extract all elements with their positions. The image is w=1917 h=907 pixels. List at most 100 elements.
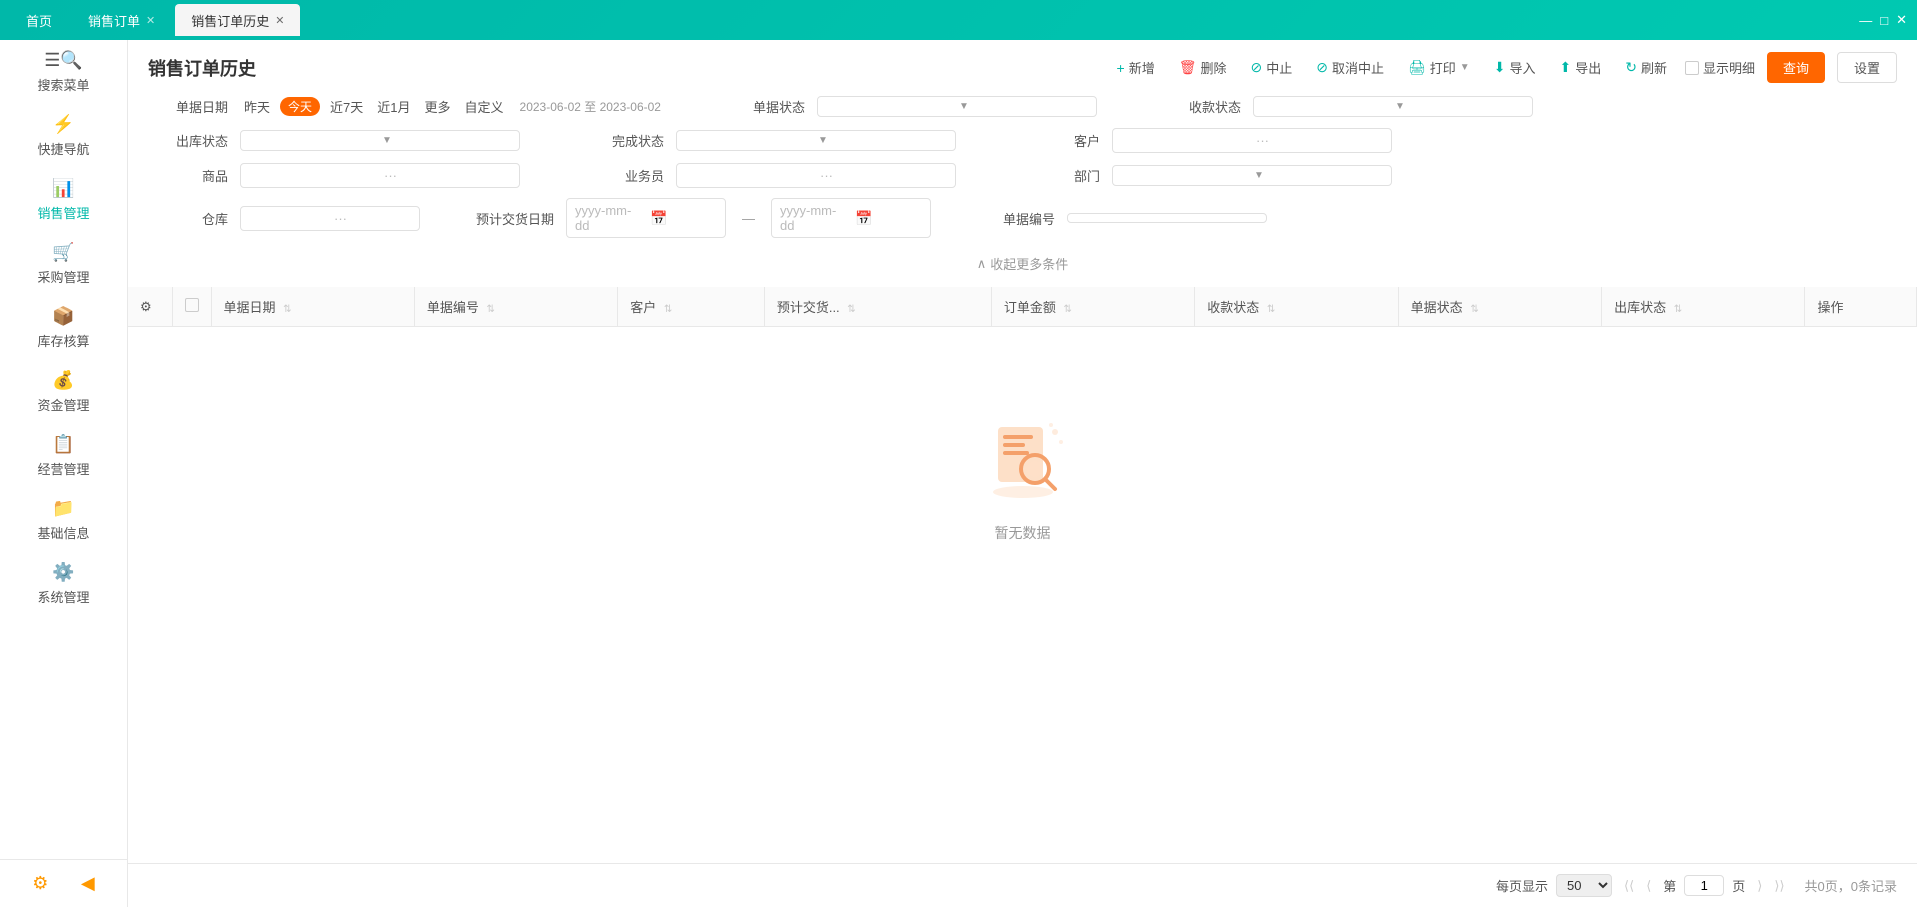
customer-dots[interactable]: ···: [1256, 133, 1383, 148]
refresh-button[interactable]: ↻ 刷新: [1619, 54, 1673, 81]
delete-icon: 🗑: [1179, 59, 1197, 76]
completion-status-arrow: ▼: [818, 135, 947, 146]
th-order-status[interactable]: 单据状态 ⇅: [1398, 287, 1601, 327]
th-date-sort[interactable]: ⇅: [283, 304, 291, 315]
warehouse-select[interactable]: ···: [240, 206, 420, 231]
warehouse-dots[interactable]: ···: [334, 211, 411, 226]
sidebar-bottom: ⚙ ◀: [0, 859, 127, 907]
th-order-no[interactable]: 单据编号 ⇅: [414, 287, 617, 327]
order-no-input[interactable]: [1067, 213, 1267, 223]
page-number-input[interactable]: [1684, 875, 1724, 896]
sidebar-item-operations[interactable]: 📋 经营管理: [0, 424, 127, 488]
sidebar-item-base-info[interactable]: 📁 基础信息: [0, 488, 127, 552]
completion-status-select[interactable]: ▼: [676, 130, 956, 151]
sidebar-item-quick-nav[interactable]: ⚡ 快捷导航: [0, 104, 127, 168]
query-button[interactable]: 查询: [1767, 52, 1825, 83]
date-option-7days[interactable]: 近7天: [326, 95, 367, 118]
sidebar-settings-icon[interactable]: ⚙: [32, 873, 48, 894]
date-option-1month[interactable]: 近1月: [373, 95, 414, 118]
th-settings[interactable]: ⚙: [128, 287, 172, 327]
delete-label: 删除: [1200, 58, 1226, 77]
export-button[interactable]: ⬆ 导出: [1553, 54, 1607, 81]
salesperson-select[interactable]: ···: [676, 163, 956, 188]
tab-home[interactable]: 首页: [10, 4, 68, 36]
sidebar-item-quick-nav-label: 快捷导航: [37, 139, 89, 158]
new-icon: +: [1117, 60, 1125, 76]
sidebar-item-finance[interactable]: 💰 资金管理: [0, 360, 127, 424]
order-status-arrow: ▼: [959, 101, 1088, 112]
outbound-status-select[interactable]: ▼: [240, 130, 520, 151]
sidebar-item-purchase-mgmt[interactable]: 🛒 采购管理: [0, 232, 127, 296]
expected-date-end-input[interactable]: yyyy-mm-dd 📅: [771, 198, 931, 238]
settings-icon[interactable]: ⚙: [140, 299, 152, 314]
expected-date-start-input[interactable]: yyyy-mm-dd 📅: [566, 198, 726, 238]
calendar-start-icon[interactable]: 📅: [650, 210, 717, 227]
collapse-row[interactable]: ∧ 收起更多条件: [148, 248, 1897, 275]
tab-sales-order-history[interactable]: 销售订单历史 ✕: [175, 4, 300, 36]
last-page-icon[interactable]: ⟩⟩: [1770, 876, 1788, 896]
date-option-custom[interactable]: 自定义: [461, 95, 508, 118]
th-payment-status[interactable]: 收款状态 ⇅: [1195, 287, 1398, 327]
page-suffix-label: 页: [1728, 874, 1749, 897]
stop-button[interactable]: ⊘ 中止: [1245, 54, 1299, 81]
calendar-end-icon[interactable]: 📅: [855, 210, 922, 227]
date-option-more[interactable]: 更多: [421, 95, 455, 118]
th-amount-sort[interactable]: ⇅: [1064, 304, 1072, 315]
th-date[interactable]: 单据日期 ⇅: [211, 287, 414, 327]
minimize-icon[interactable]: —: [1859, 13, 1872, 28]
payment-status-select[interactable]: ▼: [1253, 96, 1533, 117]
th-outbound-status[interactable]: 出库状态 ⇅: [1602, 287, 1805, 327]
th-expected-delivery[interactable]: 预计交货... ⇅: [764, 287, 991, 327]
data-table: ⚙ 单据日期 ⇅ 单据编号 ⇅: [128, 287, 1917, 327]
sidebar-item-sales-mgmt[interactable]: 📊 销售管理: [0, 168, 127, 232]
prev-page-icon[interactable]: ⟨: [1642, 876, 1655, 896]
sales-mgmt-icon: 📊: [52, 178, 74, 199]
cancel-stop-button[interactable]: ⊘ 取消中止: [1310, 54, 1390, 81]
sidebar-item-base-info-label: 基础信息: [37, 523, 89, 542]
customer-select[interactable]: ···: [1112, 128, 1392, 153]
print-label: 打印: [1430, 58, 1456, 77]
new-button[interactable]: + 新增: [1111, 54, 1161, 81]
print-button[interactable]: 🖨 打印 ▼: [1402, 54, 1476, 81]
th-outbound-status-sort[interactable]: ⇅: [1674, 304, 1682, 315]
date-options: 昨天 今天 近7天 近1月 更多 自定义: [240, 95, 508, 118]
order-status-select[interactable]: ▼: [817, 96, 1097, 117]
th-customer[interactable]: 客户 ⇅: [618, 287, 765, 327]
tab-sales-order-close[interactable]: ✕: [146, 14, 155, 27]
th-amount[interactable]: 订单金额 ⇅: [991, 287, 1194, 327]
date-option-today[interactable]: 今天: [280, 97, 320, 116]
date-option-yesterday[interactable]: 昨天: [240, 95, 274, 118]
product-select[interactable]: ···: [240, 163, 520, 188]
display-details-checkbox[interactable]: [1685, 61, 1699, 75]
th-order-status-sort[interactable]: ⇅: [1470, 304, 1478, 315]
sidebar-collapse-icon[interactable]: ◀: [81, 873, 95, 894]
select-all-checkbox[interactable]: [185, 298, 199, 312]
quick-nav-icon: ⚡: [52, 114, 74, 135]
product-dots[interactable]: ···: [384, 168, 511, 183]
sidebar-item-search-menu[interactable]: ☰🔍 搜索菜单: [0, 40, 127, 104]
import-button[interactable]: ⬇ 导入: [1488, 54, 1542, 81]
settings-button[interactable]: 设置: [1837, 52, 1897, 83]
sidebar-item-sys-mgmt[interactable]: ⚙️ 系统管理: [0, 552, 127, 616]
th-customer-sort[interactable]: ⇅: [664, 304, 672, 315]
product-label: 商品: [148, 166, 228, 185]
delete-button[interactable]: 🗑 删除: [1173, 54, 1233, 81]
per-page-select[interactable]: 50 10 20 100: [1556, 874, 1612, 897]
close-icon[interactable]: ✕: [1896, 12, 1907, 28]
display-details-toggle[interactable]: 显示明细: [1685, 58, 1755, 77]
salesperson-dots[interactable]: ···: [820, 168, 947, 183]
department-select[interactable]: ▼: [1112, 165, 1392, 186]
tab-sales-order[interactable]: 销售订单 ✕: [72, 4, 171, 36]
th-payment-status-sort[interactable]: ⇅: [1267, 304, 1275, 315]
th-expected-delivery-sort[interactable]: ⇅: [847, 304, 855, 315]
page-nav: ⟨⟨ ⟨ 第 页 ⟩ ⟩⟩: [1620, 874, 1789, 897]
maximize-icon[interactable]: □: [1880, 13, 1888, 28]
th-order-no-sort[interactable]: ⇅: [487, 304, 495, 315]
sidebar-item-inventory[interactable]: 📦 库存核算: [0, 296, 127, 360]
next-page-icon[interactable]: ⟩: [1753, 876, 1766, 896]
main-layout: ☰🔍 搜索菜单 ⚡ 快捷导航 📊 销售管理 🛒 采购管理 📦 库存核算 💰 资金…: [0, 40, 1917, 907]
th-checkbox[interactable]: [172, 287, 211, 327]
toolbar: + 新增 🗑 删除 ⊘ 中止 ⊘ 取消中止: [1111, 52, 1898, 83]
tab-sales-order-history-close[interactable]: ✕: [275, 14, 284, 27]
first-page-icon[interactable]: ⟨⟨: [1620, 876, 1638, 896]
